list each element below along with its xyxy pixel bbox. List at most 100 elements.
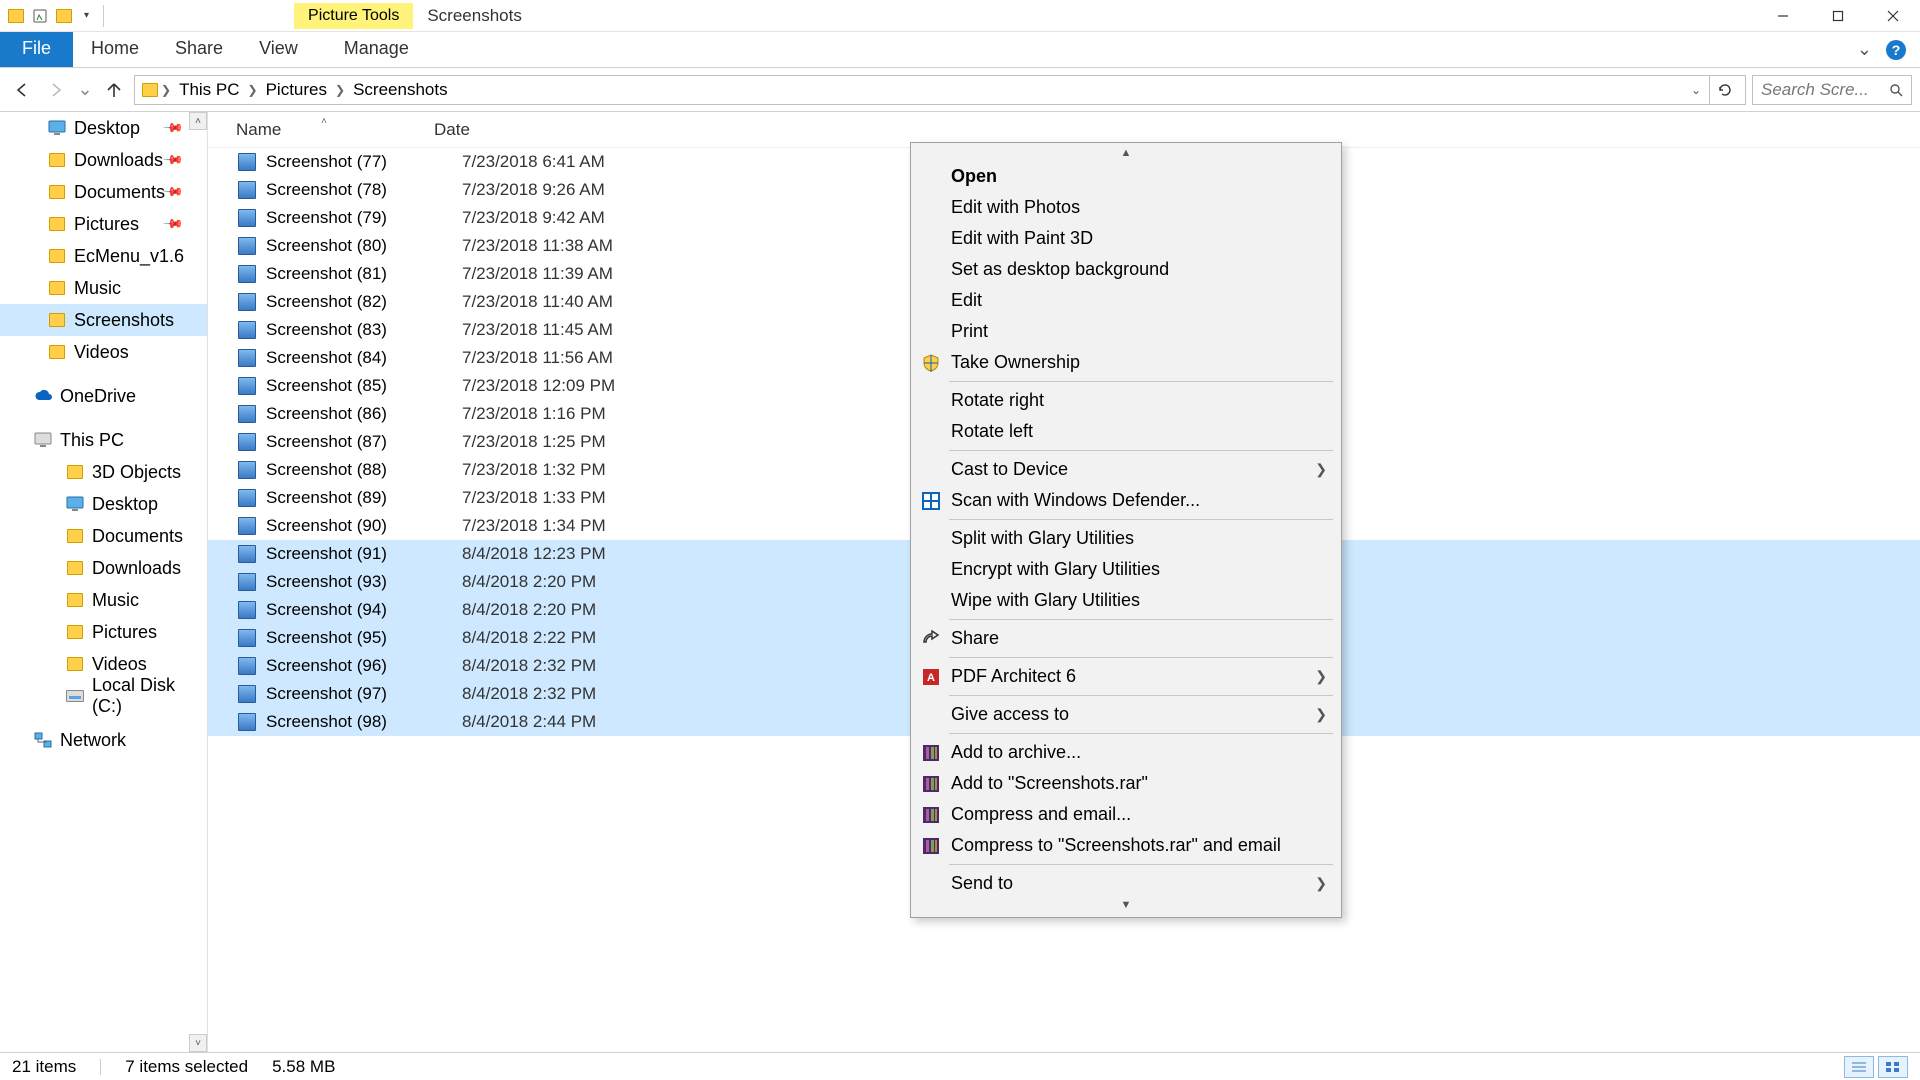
nav-item-local-disk-c-[interactable]: Local Disk (C:) [0,680,207,712]
nav-item-videos[interactable]: Videos [0,336,207,368]
submenu-arrow-icon: ❯ [1315,706,1327,723]
tab-view[interactable]: View [241,32,316,67]
nav-item-screenshots[interactable]: Screenshots [0,304,207,336]
nav-item-downloads[interactable]: Downloads 📌 [0,144,207,176]
context-menu-item-label: Edit with Photos [951,197,1080,218]
context-menu-item-edit-with-paint-3d[interactable]: Edit with Paint 3D [911,223,1341,254]
file-tab[interactable]: File [0,32,73,67]
nav-item-downloads[interactable]: Downloads [0,552,207,584]
context-menu-item-open[interactable]: Open [911,161,1341,192]
view-thumbnails-button[interactable] [1878,1056,1908,1078]
file-name: Screenshot (88) [266,460,462,480]
forward-button[interactable] [42,76,70,104]
back-button[interactable] [8,76,36,104]
search-box[interactable]: Search Scre... [1752,75,1912,105]
nav-item-label: 3D Objects [92,462,181,483]
nav-item-3d-objects[interactable]: 3D Objects [0,456,207,488]
file-name: Screenshot (81) [266,264,462,284]
status-bar: 21 items 7 items selected 5.58 MB [0,1052,1920,1080]
context-menu-item-encrypt-with-glary-utilities[interactable]: Encrypt with Glary Utilities [911,554,1341,585]
context-menu-separator [949,381,1333,382]
nav-item-documents[interactable]: Documents 📌 [0,176,207,208]
context-menu-scroll-up[interactable]: ▲ [911,147,1341,161]
context-menu-item-split-with-glary-utilities[interactable]: Split with Glary Utilities [911,523,1341,554]
tab-share[interactable]: Share [157,32,241,67]
context-menu-item-rotate-left[interactable]: Rotate left [911,416,1341,447]
up-button[interactable] [100,76,128,104]
file-name: Screenshot (77) [266,152,462,172]
ribbon-expand-icon[interactable]: ⌄ [1857,39,1872,60]
nav-item-thispc[interactable]: This PC [0,424,207,456]
context-menu-item-scan-with-windows-defender-[interactable]: Scan with Windows Defender... [911,485,1341,516]
file-name: Screenshot (80) [266,236,462,256]
minimize-button[interactable] [1755,0,1810,32]
context-menu-item-label: Print [951,321,988,342]
context-menu-item-share[interactable]: Share [911,623,1341,654]
context-menu-separator [949,519,1333,520]
file-list-pane: ˄ Name Date Screenshot (77) 7/23/2018 6:… [208,112,1920,1052]
nav-item-music[interactable]: Music [0,584,207,616]
nav-item-pictures[interactable]: Pictures [0,616,207,648]
context-menu-item-set-as-desktop-background[interactable]: Set as desktop background [911,254,1341,285]
address-dropdown[interactable]: ⌄ [1685,83,1707,97]
breadcrumb-pictures[interactable]: Pictures [260,80,333,100]
recent-locations-dropdown[interactable]: ⌄ [76,76,94,104]
context-menu-item-rotate-right[interactable]: Rotate right [911,385,1341,416]
nav-item-documents[interactable]: Documents [0,520,207,552]
pdfa-icon: A [921,667,941,687]
breadcrumb-thispc[interactable]: This PC [173,80,245,100]
navigation-pane: ˄ Desktop 📌 Downloads 📌 Documents 📌 Pict… [0,112,208,1052]
context-menu-item-compress-to-screenshots-rar-and-email[interactable]: Compress to "Screenshots.rar" and email [911,830,1341,861]
breadcrumb-bar[interactable]: ❯ This PC ❯ Pictures ❯ Screenshots ⌄ [134,75,1746,105]
title-bar: ▾ Picture Tools Screenshots [0,0,1920,32]
context-menu-item-wipe-with-glary-utilities[interactable]: Wipe with Glary Utilities [911,585,1341,616]
nav-item-onedrive[interactable]: OneDrive [0,380,207,412]
nav-item-network[interactable]: Network [0,724,207,756]
nav-item-pictures[interactable]: Pictures 📌 [0,208,207,240]
context-menu-item-edit[interactable]: Edit [911,285,1341,316]
qat-properties-icon[interactable] [30,6,50,26]
context-menu-scroll-down[interactable]: ▼ [911,899,1341,913]
nav-item-desktop[interactable]: Desktop [0,488,207,520]
file-name: Screenshot (82) [266,292,462,312]
file-date: 7/23/2018 1:33 PM [462,488,606,508]
close-button[interactable] [1865,0,1920,32]
context-menu-item-add-to-archive-[interactable]: Add to archive... [911,737,1341,768]
qat-newfolder-icon[interactable] [54,6,74,26]
contextual-tool-tab: Picture Tools [294,3,413,29]
context-menu-item-take-ownership[interactable]: Take Ownership [911,347,1341,378]
breadcrumb-screenshots[interactable]: Screenshots [347,80,454,100]
nav-item-music[interactable]: Music [0,272,207,304]
context-menu-item-add-to-screenshots-rar-[interactable]: Add to "Screenshots.rar" [911,768,1341,799]
maximize-button[interactable] [1810,0,1865,32]
qat-dropdown[interactable]: ▾ [78,10,95,21]
context-menu-item-edit-with-photos[interactable]: Edit with Photos [911,192,1341,223]
help-icon[interactable]: ? [1886,40,1906,60]
column-date[interactable]: Date [434,120,674,140]
tab-home[interactable]: Home [73,32,157,67]
tab-manage[interactable]: Manage [326,32,427,67]
nav-item-desktop[interactable]: Desktop 📌 [0,112,207,144]
nav-item-label: Music [92,590,139,611]
image-file-icon [238,489,256,507]
context-menu-separator [949,450,1333,451]
file-date: 7/23/2018 6:41 AM [462,152,605,172]
nav-item-ecmenu-v1-6[interactable]: EcMenu_v1.6 [0,240,207,272]
breadcrumb-sep[interactable]: ❯ [161,83,171,97]
context-menu-item-compress-and-email-[interactable]: Compress and email... [911,799,1341,830]
view-details-button[interactable] [1844,1056,1874,1078]
image-file-icon [238,433,256,451]
context-menu-item-send-to[interactable]: Send to ❯ [911,868,1341,899]
nav-item-label: Screenshots [74,310,174,331]
context-menu-item-give-access-to[interactable]: Give access to ❯ [911,699,1341,730]
breadcrumb-sep[interactable]: ❯ [248,83,258,97]
breadcrumb-sep[interactable]: ❯ [335,83,345,97]
refresh-button[interactable] [1709,75,1739,105]
context-menu-item-cast-to-device[interactable]: Cast to Device ❯ [911,454,1341,485]
context-menu-item-print[interactable]: Print [911,316,1341,347]
file-date: 7/23/2018 1:32 PM [462,460,606,480]
folder-icon [66,463,84,481]
context-menu-item-pdf-architect-6[interactable]: A PDF Architect 6 ❯ [911,661,1341,692]
column-name[interactable]: ˄ Name [208,120,434,140]
nav-scroll-down[interactable]: ˅ [189,1034,207,1052]
